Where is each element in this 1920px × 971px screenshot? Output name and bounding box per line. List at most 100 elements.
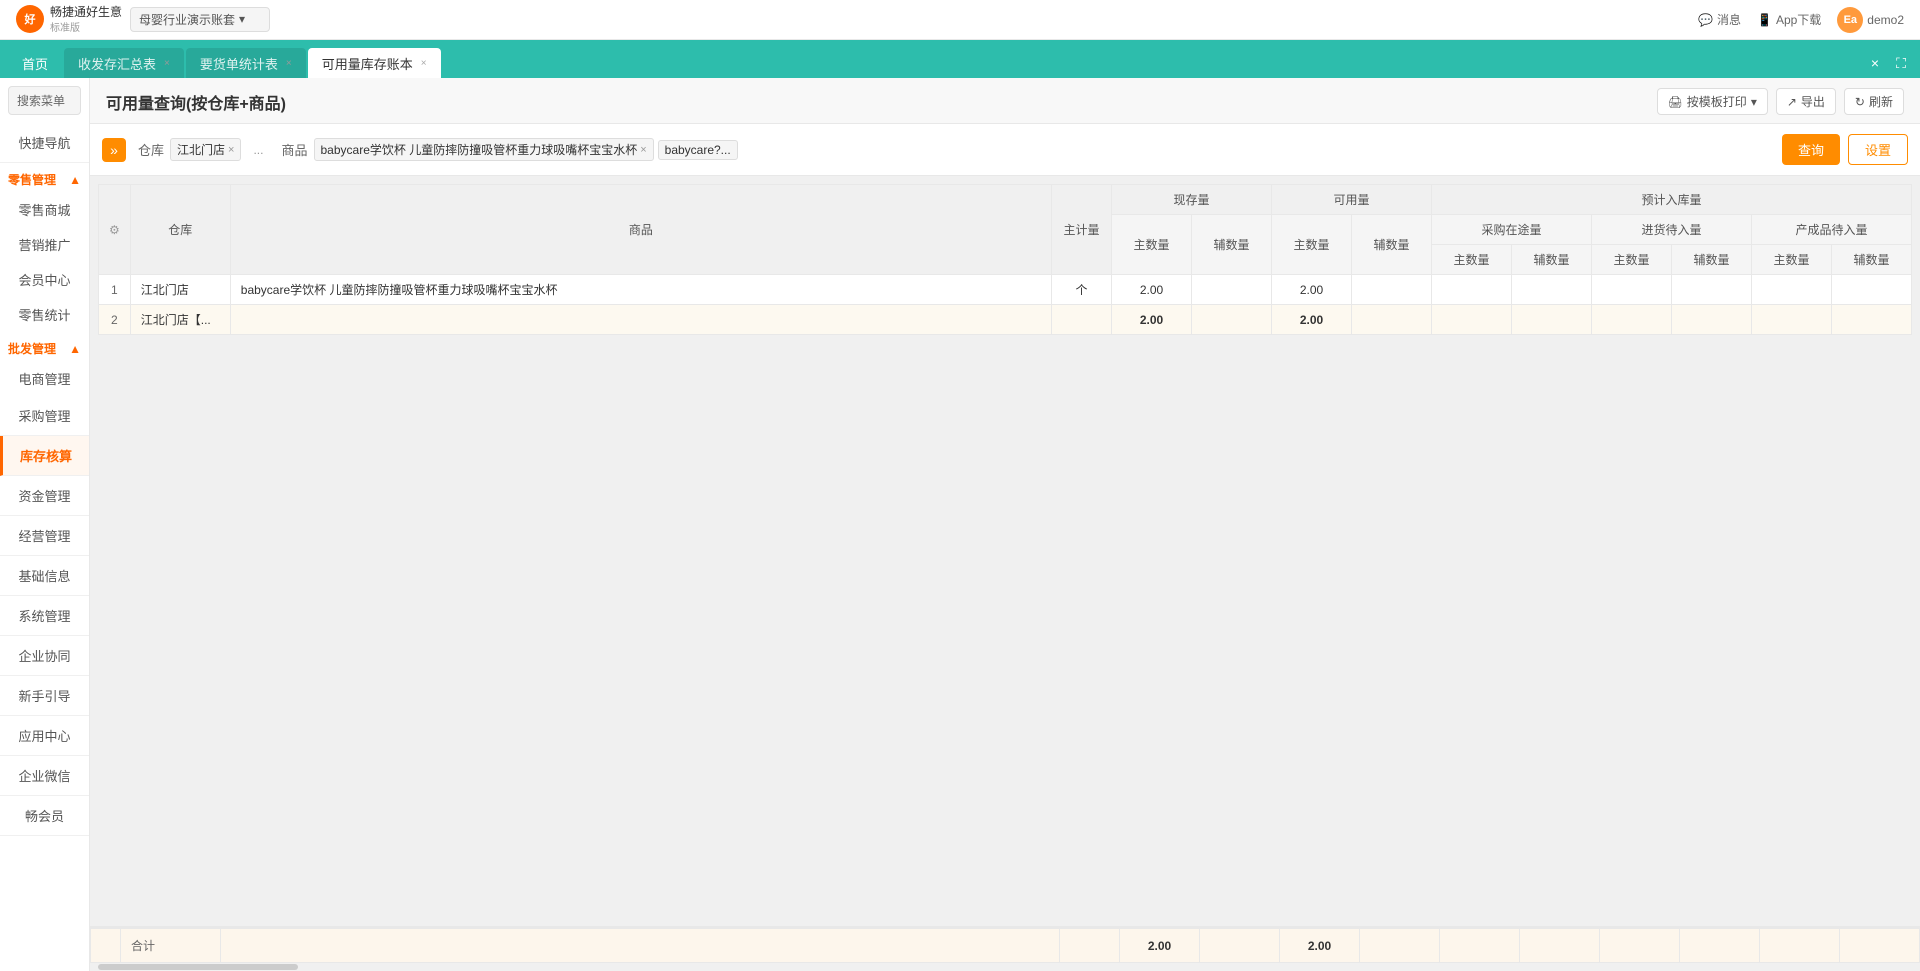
sidebar-item-quick-nav[interactable]: 快捷导航 [0,123,89,163]
footer-purchased-aux [1520,929,1600,963]
sidebar-item-member[interactable]: 畅会员 [0,796,89,836]
th-settings[interactable]: ⚙ [99,185,131,275]
logo-sub: 标准版 [50,19,122,34]
th-unit: 主计量 [1052,185,1112,275]
cell-current-main-0: 2.00 [1112,275,1192,305]
cell-inbound-aux-0 [1672,275,1752,305]
footer-cell-empty-2 [221,929,1060,963]
th-production: 产成品待入量 [1752,215,1912,245]
print-icon: 🖨 [1668,95,1683,109]
filter-warehouse-tag-close[interactable]: × [228,144,234,156]
sidebar-item-wechat[interactable]: 企业微信 [0,756,89,796]
cell-index-1: 2 [99,305,131,335]
th-product: 商品 [230,185,1051,275]
download-button[interactable]: 📱 App下载 [1757,11,1821,28]
scrollbar-thumb[interactable] [98,964,298,970]
tab-receive-summary-label: 收发存汇总表 [78,54,156,73]
tab-home[interactable]: 首页 [8,48,62,78]
refresh-button[interactable]: ↻ 刷新 [1844,88,1904,115]
sidebar-item-purchase[interactable]: 采购管理 [0,396,89,436]
top-bar-left: 好 畅捷通好生意 标准版 母婴行业演示账套 ▾ [16,5,270,34]
tab-home-label: 首页 [22,54,48,73]
cell-current-aux-1 [1192,305,1272,335]
export-button[interactable]: ↗ 导出 [1776,88,1836,115]
sidebar-item-inventory[interactable]: 库存核算 [0,436,89,476]
th-purchased-main: 主数量 [1432,245,1512,275]
sidebar-item-retail-mall[interactable]: 零售商城 [0,192,89,227]
tab-available-ledger[interactable]: 可用量库存账本 × [308,48,441,78]
filter-warehouse-tag-0[interactable]: 江北门店 × [170,138,241,161]
content-area: 可用量查询(按仓库+商品) 🖨 按模板打印 ▾ ↗ 导出 ↻ 刷新 » [90,78,1920,971]
sidebar-item-operations[interactable]: 经营管理 [0,516,89,556]
filter-warehouse-more[interactable]: ... [247,141,269,159]
search-menu-button[interactable]: 搜索菜单 [8,86,81,115]
table-settings-icon[interactable]: ⚙ [109,223,120,237]
filter-warehouse-label: 仓库 [138,140,164,159]
filter-expand-button[interactable]: » [102,138,126,162]
filter-product-tag-1[interactable]: babycare?... [658,140,738,160]
tenant-selector[interactable]: 母婴行业演示账套 ▾ [130,7,270,32]
tab-order-stats[interactable]: 要货单统计表 × [186,48,306,78]
top-bar: 好 畅捷通好生意 标准版 母婴行业演示账套 ▾ 💬 消息 📱 App下载 Ea … [0,0,1920,40]
sidebar-item-system[interactable]: 系统管理 [0,596,89,636]
filter-product-tag-close-0[interactable]: × [640,144,646,156]
cell-purchased-main-0 [1432,275,1512,305]
query-button[interactable]: 查询 [1782,134,1840,165]
th-available: 可用量 [1272,185,1432,215]
footer-purchased-main [1440,929,1520,963]
tab-receive-summary-close[interactable]: × [164,58,170,69]
filter-warehouse-item: 仓库 江北门店 × ... [138,138,269,161]
logo-icon: 好 [16,5,44,33]
message-button[interactable]: 💬 消息 [1698,11,1741,28]
page-title: 可用量查询(按仓库+商品) [106,90,286,114]
footer-cell-empty-3 [1060,929,1120,963]
table-row: 2 江北门店【... 2.00 2.00 [99,305,1912,335]
nav-right-controls: × ⛶ [1864,52,1912,78]
print-template-button[interactable]: 🖨 按模板打印 ▾ [1657,88,1768,115]
cell-product-0: babycare学饮杯 儿童防摔防撞吸管杯重力球吸嘴杯宝宝水杯 [230,275,1051,305]
nav-tabs: 首页 收发存汇总表 × 要货单统计表 × 可用量库存账本 × × ⛶ [0,40,1920,78]
export-label: 导出 [1801,93,1825,110]
th-inbound: 进货待入量 [1592,215,1752,245]
th-available-main: 主数量 [1272,215,1352,275]
horizontal-scrollbar[interactable] [90,963,1920,971]
settings-button[interactable]: 设置 [1848,134,1908,165]
sidebar-item-basic[interactable]: 基础信息 [0,556,89,596]
footer-production-main [1760,929,1840,963]
sidebar-section-wholesale[interactable]: 批发管理 ▲ [0,332,89,361]
cell-production-aux-1 [1832,305,1912,335]
close-window-button[interactable]: × [1864,52,1886,74]
cell-purchased-aux-1 [1512,305,1592,335]
sidebar-item-retail-stats[interactable]: 零售统计 [0,297,89,332]
sidebar-item-marketing[interactable]: 营销推广 [0,227,89,262]
message-icon: 💬 [1698,13,1713,27]
sidebar-item-guide[interactable]: 新手引导 [0,676,89,716]
tab-receive-summary[interactable]: 收发存汇总表 × [64,48,184,78]
th-production-aux: 辅数量 [1832,245,1912,275]
sidebar-item-finance[interactable]: 资金管理 [0,476,89,516]
cell-warehouse-0: 江北门店 [130,275,230,305]
sidebar-section-retail[interactable]: 零售管理 ▲ [0,163,89,192]
tab-available-ledger-close[interactable]: × [421,58,427,69]
page-actions: 🖨 按模板打印 ▾ ↗ 导出 ↻ 刷新 [1657,88,1904,115]
th-inbound-aux: 辅数量 [1672,245,1752,275]
sidebar-item-appstore[interactable]: 应用中心 [0,716,89,756]
tab-available-ledger-label: 可用量库存账本 [322,54,413,73]
user-profile[interactable]: Ea demo2 [1837,7,1904,33]
print-label: 按模板打印 [1687,93,1747,110]
th-available-aux: 辅数量 [1352,215,1432,275]
filter-warehouse-tags: 江北门店 × [170,138,241,161]
sidebar-wholesale-chevron: ▲ [69,342,81,356]
sidebar-item-member-center[interactable]: 会员中心 [0,262,89,297]
cell-purchased-main-1 [1432,305,1512,335]
sidebar-item-ecommerce[interactable]: 电商管理 [0,361,89,396]
cell-unit-1 [1052,305,1112,335]
filter-product-tag-0[interactable]: babycare学饮杯 儿童防摔防撞吸管杯重力球吸嘴杯宝宝水杯 × [314,138,654,161]
tab-order-stats-close[interactable]: × [286,58,292,69]
sidebar-item-enterprise[interactable]: 企业协同 [0,636,89,676]
cell-inbound-main-1 [1592,305,1672,335]
expand-window-button[interactable]: ⛶ [1890,52,1912,74]
cell-production-aux-0 [1832,275,1912,305]
sidebar: 搜索菜单 快捷导航 零售管理 ▲ 零售商城 营销推广 会员中心 零售统计 批发管… [0,78,90,971]
table-container[interactable]: ⚙ 仓库 商品 主计量 现存量 可用量 预计入库量 主数量 辅数量 主数量 辅数… [90,176,1920,926]
